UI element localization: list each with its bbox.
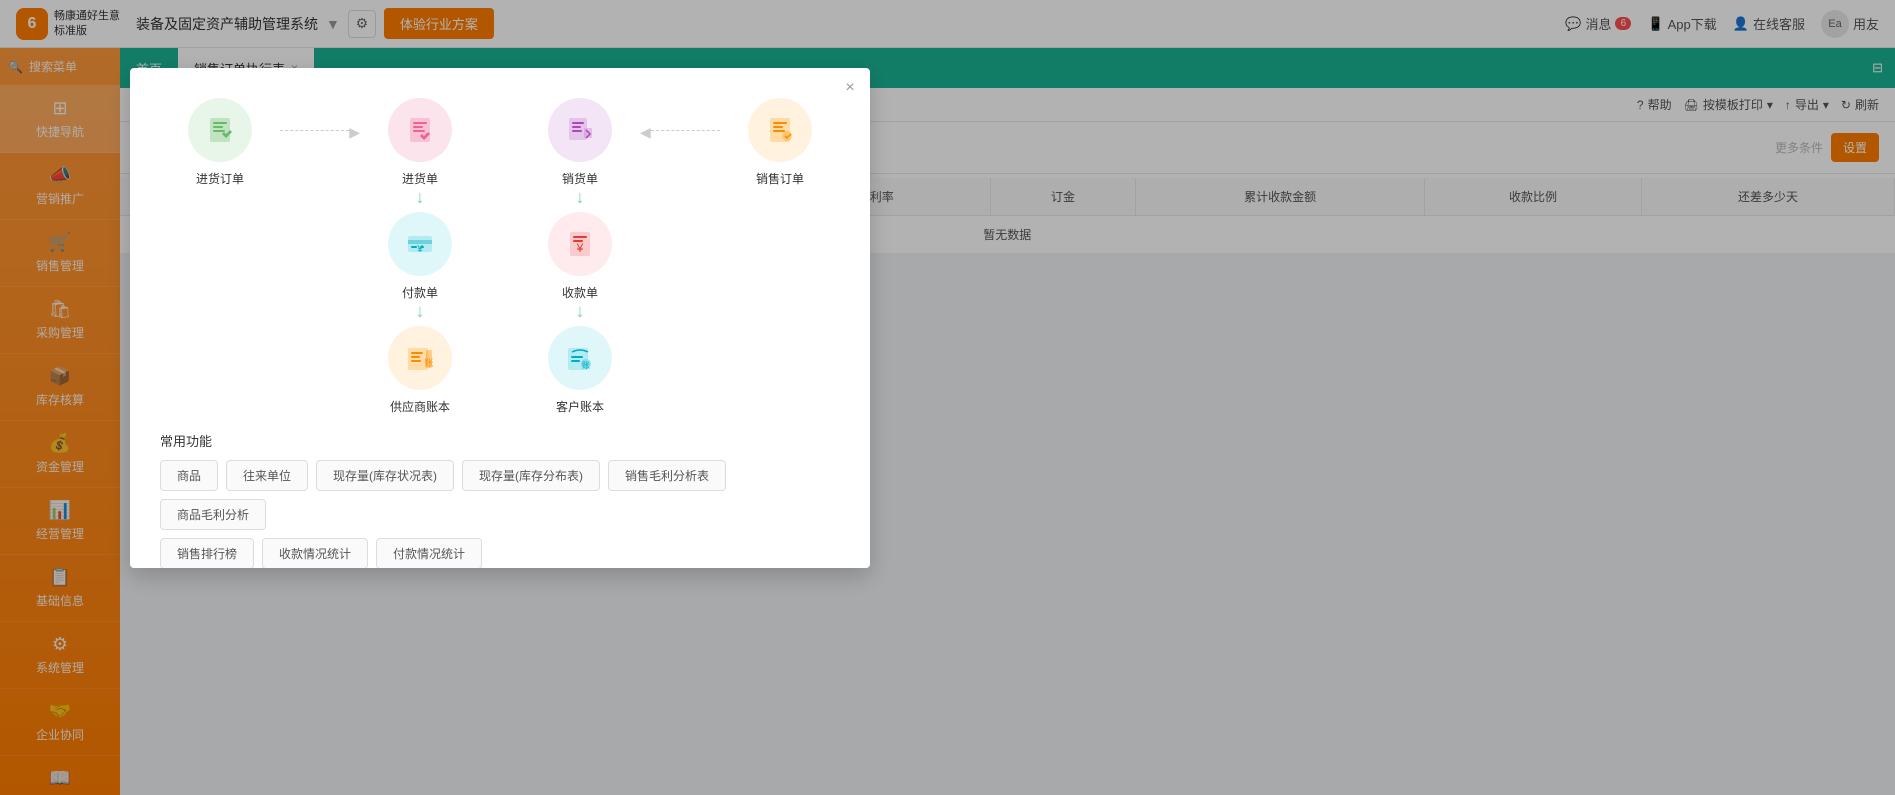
func-btn-stock-dist[interactable]: 现存量(库存分布表) [462, 460, 600, 491]
flow-node-payment[interactable]: ¥ 付款单 [360, 212, 480, 301]
func-btn-goods-gross[interactable]: 商品毛利分析 [160, 499, 266, 530]
sales-bill-circle [548, 98, 612, 162]
sales-order-circle [748, 98, 812, 162]
arrow-down-1: ↓ [360, 187, 480, 208]
modal-close-button[interactable]: × [838, 76, 862, 100]
func-btn-sales-gross[interactable]: 销售毛利分析表 [608, 460, 726, 491]
supplier-ledger-circle: 账 [388, 326, 452, 390]
flow-node-sales-order[interactable]: 销售订单 [720, 98, 840, 187]
flow-diagram: 进货订单 ▶ [160, 98, 840, 415]
func-btn-payment-stats[interactable]: 付款情况统计 [376, 538, 482, 568]
flow-node-purchase-order[interactable]: 进货订单 [160, 98, 280, 187]
func-buttons-row2: 销售排行榜 收款情况统计 付款情况统计 [160, 538, 840, 568]
flow-row-5: 账 供应商账本 账 [160, 326, 840, 415]
modal-overlay[interactable]: × 进货订单 [0, 0, 1895, 795]
svg-text:账: 账 [582, 361, 590, 370]
flow-row-3: ¥ 付款单 ¥ 收款单 [160, 212, 840, 301]
flow-arrow-2: ◀ [640, 98, 720, 141]
svg-text:¥: ¥ [576, 241, 584, 255]
arrow-down-4: ↓ [520, 301, 640, 322]
flow-row-1: 进货订单 ▶ [160, 98, 840, 187]
flow-arrows-row-2: ↓ ↓ [160, 187, 840, 208]
flow-node-receipt[interactable]: ¥ 收款单 [520, 212, 640, 301]
receipt-circle: ¥ [548, 212, 612, 276]
purchase-order-circle [188, 98, 252, 162]
common-functions-section: 常用功能 商品 往来单位 现存量(库存状况表) 现存量(库存分布表) 销售毛利分… [160, 431, 840, 568]
payment-circle: ¥ [388, 212, 452, 276]
svg-text:账: 账 [424, 358, 433, 368]
common-funcs-title: 常用功能 [160, 431, 840, 450]
func-btn-partners[interactable]: 往来单位 [226, 460, 308, 491]
customer-ledger-circle: 账 [548, 326, 612, 390]
func-btn-stock-status[interactable]: 现存量(库存状况表) [316, 460, 454, 491]
flow-node-sales-bill[interactable]: 销货单 [520, 98, 640, 187]
arrow-down-3: ↓ [360, 301, 480, 322]
func-btn-sales-ranking[interactable]: 销售排行榜 [160, 538, 254, 568]
flow-node-supplier-ledger[interactable]: 账 供应商账本 [360, 326, 480, 415]
arrow-down-2: ↓ [520, 187, 640, 208]
flow-node-customer-ledger[interactable]: 账 客户账本 [520, 326, 640, 415]
flow-node-purchase-bill[interactable]: 进货单 [360, 98, 480, 187]
flow-arrow-1: ▶ [280, 98, 360, 141]
func-buttons-row1: 商品 往来单位 现存量(库存状况表) 现存量(库存分布表) 销售毛利分析表 商品… [160, 460, 840, 530]
flow-arrows-row-4: ↓ ↓ [160, 301, 840, 322]
func-btn-receipt-stats[interactable]: 收款情况统计 [262, 538, 368, 568]
purchase-bill-circle [388, 98, 452, 162]
func-btn-goods[interactable]: 商品 [160, 460, 218, 491]
modal-box: × 进货订单 [130, 68, 870, 568]
svg-text:¥: ¥ [416, 244, 423, 255]
